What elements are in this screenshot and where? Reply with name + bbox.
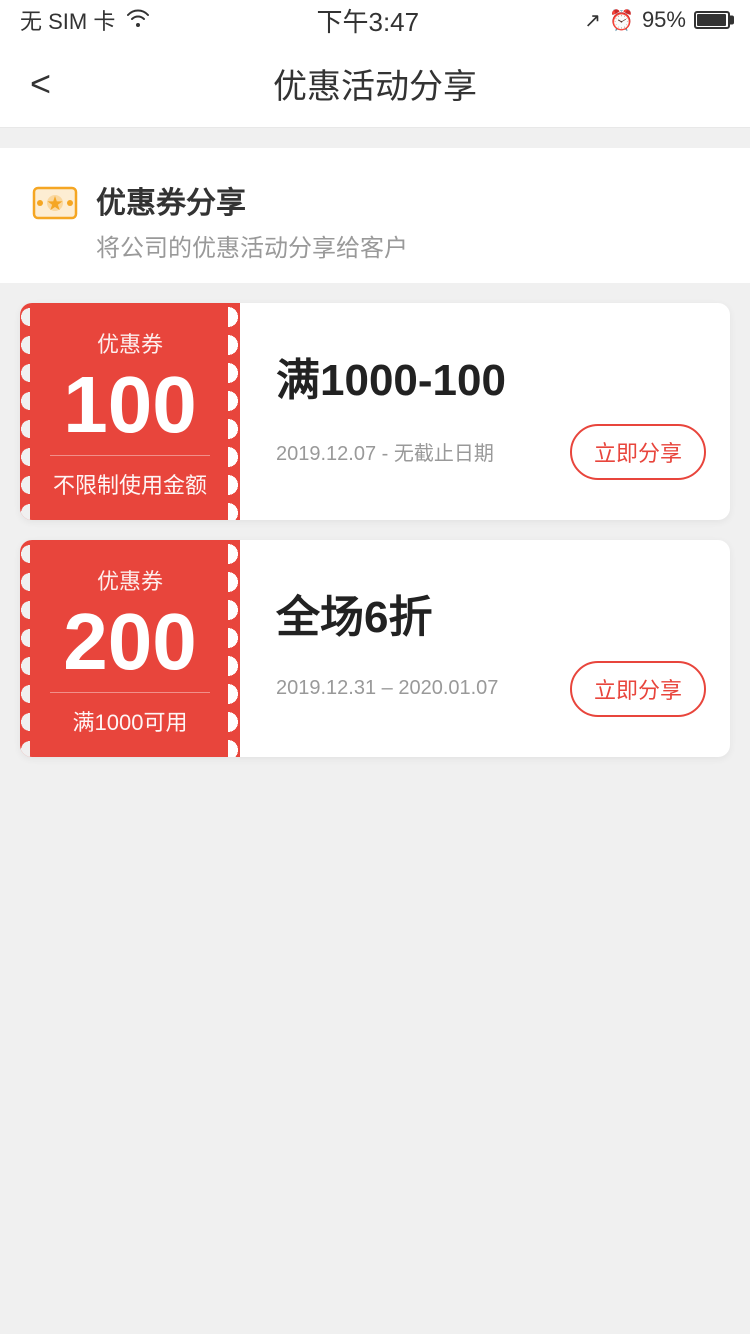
coupon-card-2: 优惠券 200 满1000可用 全场6折 2019.12.31 – 2020.0… [20,540,730,757]
carrier-text: 无 SIM 卡 [20,4,115,36]
coupon-right-1: 满1000-100 2019.12.07 - 无截止日期 立即分享 [240,303,730,520]
coupon-condition-1: 不限制使用金额 [53,468,207,500]
coupon-amount-1: 100 [63,365,196,445]
section-text-group: 优惠券分享 将公司的优惠活动分享给客户 [96,178,408,263]
coupon-left-2: 优惠券 200 满1000可用 [20,540,240,757]
bottom-space [0,757,750,1157]
back-button[interactable]: < [30,63,51,105]
location-icon: ↗ [584,8,601,33]
status-time: 下午3:47 [317,2,420,39]
coupon-condition-2: 满1000可用 [73,705,188,737]
coupon-date-2: 2019.12.31 – 2020.01.07 [276,677,558,700]
wifi-icon [125,7,151,33]
share-button-1[interactable]: 立即分享 [570,424,706,480]
coupon-date-1: 2019.12.07 - 无截止日期 [276,437,558,466]
battery-icon [694,11,730,29]
nav-bar: < 优惠活动分享 [0,40,750,128]
share-button-2[interactable]: 立即分享 [570,661,706,717]
coupon-footer-1: 2019.12.07 - 无截止日期 立即分享 [276,424,706,480]
status-left: 无 SIM 卡 [20,4,151,36]
battery-percent: 95% [642,7,686,33]
coupon-divider-1 [50,455,210,456]
nav-title: 优惠活动分享 [273,59,477,108]
coupon-card-1: 优惠券 100 不限制使用金额 满1000-100 2019.12.07 - 无… [20,303,730,520]
section-title: 优惠券分享 [96,178,408,222]
coupon-right-2: 全场6折 2019.12.31 – 2020.01.07 立即分享 [240,540,730,757]
section-subtitle: 将公司的优惠活动分享给客户 [96,228,408,263]
coupon-type-label-2: 优惠券 [97,564,163,596]
coupon-name-2: 全场6折 [276,581,706,645]
status-bar: 无 SIM 卡 下午3:47 ↗ ⏰ 95% [0,0,750,40]
coupon-share-icon [30,178,80,228]
section-header: 优惠券分享 将公司的优惠活动分享给客户 [0,148,750,283]
coupon-amount-2: 200 [63,602,196,682]
status-right: ↗ ⏰ 95% [584,7,730,33]
coupon-type-label-1: 优惠券 [97,327,163,359]
coupon-list: 优惠券 100 不限制使用金额 满1000-100 2019.12.07 - 无… [0,303,750,757]
coupon-footer-2: 2019.12.31 – 2020.01.07 立即分享 [276,661,706,717]
coupon-name-1: 满1000-100 [276,344,706,408]
alarm-icon: ⏰ [609,8,634,33]
coupon-left-1: 优惠券 100 不限制使用金额 [20,303,240,520]
coupon-divider-2 [50,692,210,693]
